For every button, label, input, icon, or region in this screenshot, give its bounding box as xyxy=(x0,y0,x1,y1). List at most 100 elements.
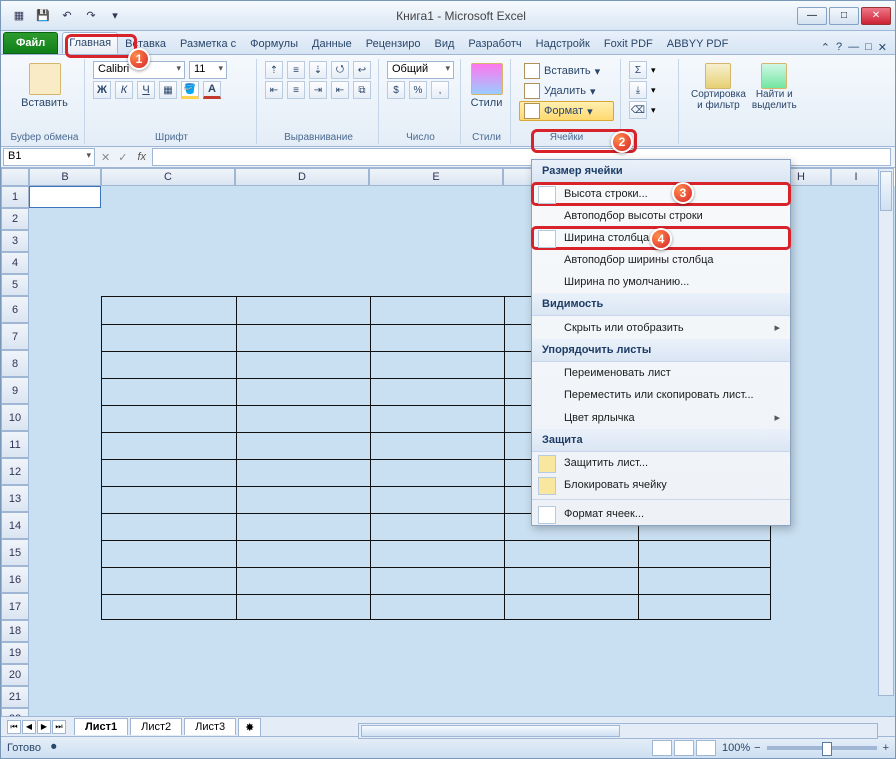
fx-icon[interactable]: fx xyxy=(131,151,152,163)
tab-developer[interactable]: Разработч xyxy=(461,33,528,54)
zoom-slider[interactable] xyxy=(767,746,877,750)
name-box[interactable]: B1 xyxy=(3,148,95,166)
horizontal-scrollbar[interactable] xyxy=(358,723,878,739)
menu-default-width[interactable]: Ширина по умолчанию... xyxy=(532,271,790,293)
orientation-button[interactable]: ⭯ xyxy=(331,61,349,79)
merge-button[interactable]: ⧉ xyxy=(353,81,371,99)
row-head[interactable]: 19 xyxy=(1,642,29,664)
align-right-button[interactable]: ⇥ xyxy=(309,81,327,99)
paste-button[interactable]: Вставить xyxy=(11,61,78,111)
new-sheet-button[interactable]: ✸ xyxy=(238,718,261,736)
minimize-button[interactable]: — xyxy=(797,7,827,25)
row-head[interactable]: 9 xyxy=(1,377,29,404)
decrease-indent-button[interactable]: ⇤ xyxy=(331,81,349,99)
help-icon[interactable]: ? xyxy=(836,41,842,54)
number-format-combo[interactable]: Общий xyxy=(387,61,454,79)
macro-record-icon[interactable]: ⏺ xyxy=(51,741,57,754)
close-button[interactable]: ✕ xyxy=(861,7,891,25)
sort-filter-button[interactable]: Сортировка и фильтр xyxy=(691,63,746,111)
redo-icon[interactable]: ↷ xyxy=(81,6,101,26)
row-head[interactable]: 5 xyxy=(1,274,29,296)
menu-rename-sheet[interactable]: Переименовать лист xyxy=(532,362,790,384)
sheet-next-icon[interactable]: ▶ xyxy=(37,720,51,734)
row-head[interactable]: 2 xyxy=(1,208,29,230)
row-head[interactable]: 6 xyxy=(1,296,29,323)
view-pagelayout-button[interactable] xyxy=(674,740,694,756)
vertical-scrollbar[interactable] xyxy=(878,168,894,696)
autosum-button[interactable]: Σ xyxy=(629,61,647,79)
col-head-I[interactable]: I xyxy=(831,168,881,186)
styles-button[interactable]: Стили xyxy=(469,61,504,111)
row-head[interactable]: 1 xyxy=(1,186,29,208)
tab-file[interactable]: Файл xyxy=(3,32,58,54)
border-button[interactable]: ▦ xyxy=(159,81,177,99)
workbook-restore-icon[interactable]: □ xyxy=(865,41,872,54)
tab-formulas[interactable]: Формулы xyxy=(243,33,305,54)
tab-home[interactable]: Главная xyxy=(62,32,118,54)
cells-delete-button[interactable]: Удалить ▾ xyxy=(519,81,614,101)
sheet-tab-3[interactable]: Лист3 xyxy=(184,718,236,735)
sheet-prev-icon[interactable]: ◀ xyxy=(22,720,36,734)
row-head[interactable]: 8 xyxy=(1,350,29,377)
maximize-button[interactable]: □ xyxy=(829,7,859,25)
zoom-in-button[interactable]: + xyxy=(883,742,889,754)
menu-autofit-col[interactable]: Автоподбор ширины столбца xyxy=(532,249,790,271)
view-pagebreak-button[interactable] xyxy=(696,740,716,756)
align-middle-button[interactable]: ≡ xyxy=(287,61,305,79)
menu-move-copy-sheet[interactable]: Переместить или скопировать лист... xyxy=(532,384,790,406)
col-head-D[interactable]: D xyxy=(235,168,369,186)
tab-data[interactable]: Данные xyxy=(305,33,359,54)
row-head[interactable]: 17 xyxy=(1,593,29,620)
fill-color-button[interactable]: 🪣 xyxy=(181,81,199,99)
hscroll-thumb[interactable] xyxy=(361,725,620,737)
ribbon-minimize-icon[interactable]: ⌃ xyxy=(821,41,830,54)
tab-addins[interactable]: Надстройк xyxy=(529,33,597,54)
sheet-tab-1[interactable]: Лист1 xyxy=(74,718,128,735)
row-head[interactable]: 3 xyxy=(1,230,29,252)
find-select-button[interactable]: Найти и выделить xyxy=(752,63,797,111)
vscroll-thumb[interactable] xyxy=(880,171,892,211)
fill-button[interactable]: ⤓ xyxy=(629,81,647,99)
col-head-C[interactable]: C xyxy=(101,168,235,186)
align-top-button[interactable]: ⇡ xyxy=(265,61,283,79)
sheet-first-icon[interactable]: ⏮ xyxy=(7,720,21,734)
cells-insert-button[interactable]: Вставить ▾ xyxy=(519,61,614,81)
align-center-button[interactable]: ≡ xyxy=(287,81,305,99)
tab-review[interactable]: Рецензиро xyxy=(359,33,428,54)
col-head-E[interactable]: E xyxy=(369,168,503,186)
row-head[interactable]: 18 xyxy=(1,620,29,642)
row-head[interactable]: 10 xyxy=(1,404,29,431)
sheet-tab-2[interactable]: Лист2 xyxy=(130,718,182,735)
menu-autofit-row[interactable]: Автоподбор высоты строки xyxy=(532,205,790,227)
sheet-last-icon[interactable]: ⏭ xyxy=(52,720,66,734)
row-head[interactable]: 7 xyxy=(1,323,29,350)
font-size-combo[interactable]: 11 xyxy=(189,61,227,79)
undo-icon[interactable]: ↶ xyxy=(57,6,77,26)
currency-button[interactable]: $ xyxy=(387,81,405,99)
menu-protect-sheet[interactable]: Защитить лист... xyxy=(532,452,790,474)
tab-foxit[interactable]: Foxit PDF xyxy=(597,33,660,54)
workbook-close-icon[interactable]: ✕ xyxy=(878,41,887,54)
row-head[interactable]: 12 xyxy=(1,458,29,485)
menu-format-cells[interactable]: Формат ячеек... xyxy=(532,503,790,525)
select-all-corner[interactable] xyxy=(1,168,29,186)
tab-view[interactable]: Вид xyxy=(428,33,462,54)
wrap-text-button[interactable]: ↩ xyxy=(353,61,371,79)
row-head[interactable]: 20 xyxy=(1,664,29,686)
view-normal-button[interactable] xyxy=(652,740,672,756)
row-head[interactable]: 21 xyxy=(1,686,29,708)
active-cell[interactable] xyxy=(29,186,101,208)
font-color-button[interactable]: A xyxy=(203,81,221,99)
row-head[interactable]: 13 xyxy=(1,485,29,512)
tab-page-layout[interactable]: Разметка с xyxy=(173,33,243,54)
italic-button[interactable]: К xyxy=(115,81,133,99)
row-head[interactable]: 16 xyxy=(1,566,29,593)
percent-button[interactable]: % xyxy=(409,81,427,99)
bold-button[interactable]: Ж xyxy=(93,81,111,99)
cells-format-button[interactable]: Формат ▾ xyxy=(519,101,614,121)
menu-row-height[interactable]: Высота строки... xyxy=(532,183,790,205)
comma-button[interactable]: , xyxy=(431,81,449,99)
zoom-out-button[interactable]: − xyxy=(754,742,760,754)
clear-button[interactable]: ⌫ xyxy=(629,101,647,119)
tab-abbyy[interactable]: ABBYY PDF xyxy=(660,33,736,54)
